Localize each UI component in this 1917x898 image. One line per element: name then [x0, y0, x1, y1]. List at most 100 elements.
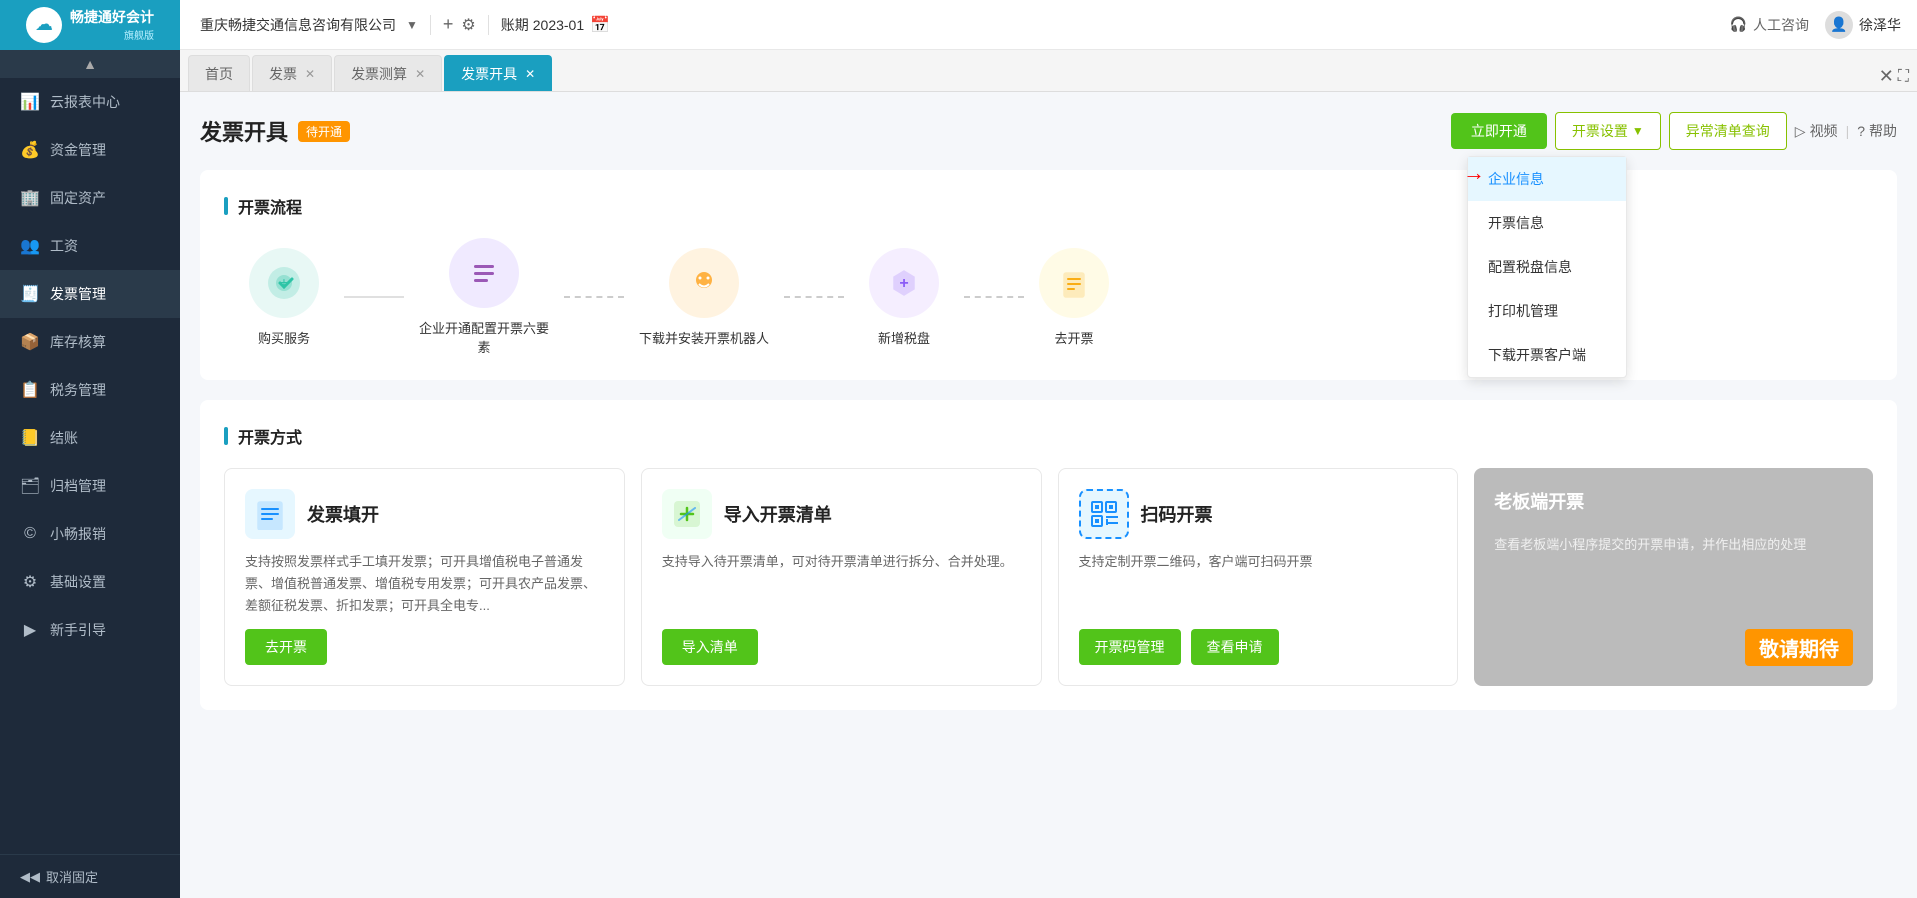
maximize-window-btn[interactable]: ⛶ [1898, 68, 1909, 86]
page-title: 发票开具 [200, 115, 288, 147]
flow-step-download-label: 下载并安装开票机器人 [639, 328, 769, 347]
sidebar-label-yunbao: 云报表中心 [50, 92, 120, 112]
logo-icon: ☁ [26, 7, 62, 43]
sidebar-scroll-up[interactable]: ▲ [0, 50, 180, 78]
flow-step-invoice-label: 去开票 [1054, 328, 1093, 347]
method-import-btn[interactable]: 导入清单 [662, 629, 758, 665]
method-scan-btn2[interactable]: 查看申请 [1191, 629, 1279, 665]
avatar: 👤 [1825, 11, 1853, 39]
sidebar-item-jiezhang[interactable]: 📒 结账 [0, 414, 180, 462]
chevron-down-icon[interactable]: ▼ [406, 18, 418, 32]
tab-fapiaocesuan-close[interactable]: ✕ [415, 67, 425, 81]
sidebar-item-jichushezhi[interactable]: ⚙ 基础设置 [0, 558, 180, 606]
dropdown-peizhi-label: 配置税盘信息 [1488, 259, 1572, 275]
sidebar-item-yunbao[interactable]: 📊 云报表中心 [0, 78, 180, 126]
dropdown-dayinji-label: 打印机管理 [1488, 303, 1558, 319]
flow-step-config-label: 企业开通配置开票六要素 [414, 318, 554, 356]
method-import-header: 导入开票清单 [662, 489, 1021, 539]
tab-fapiao-close[interactable]: ✕ [305, 67, 315, 81]
cancel-label: 取消固定 [46, 867, 98, 886]
content-area: 首页 发票 ✕ 发票测算 ✕ 发票开具 ✕ ✕ ⛶ [180, 50, 1917, 898]
method-scan-title: 扫码开票 [1141, 501, 1213, 527]
sidebar-item-gongzi[interactable]: 👥 工资 [0, 222, 180, 270]
video-btn[interactable]: ▷ 视频 [1795, 121, 1838, 141]
help-label: 帮助 [1869, 121, 1897, 141]
sidebar-item-xinshouyindao[interactable]: ▶ 新手引导 [0, 606, 180, 654]
tab-home[interactable]: 首页 [188, 55, 250, 91]
method-boss-desc: 查看老板端小程序提交的开票申请，并作出相应的处理 [1494, 534, 1853, 617]
methods-title-text: 开票方式 [238, 424, 302, 448]
flow-title-text: 开票流程 [238, 194, 302, 218]
dropdown-download-label: 下载开票客户端 [1488, 347, 1586, 363]
add-button[interactable]: + [443, 14, 454, 35]
dropdown-item-download[interactable]: 下载开票客户端 [1468, 333, 1626, 377]
method-card-fill: 发票填开 支持按照发票样式手工填开发票；可开具增值税电子普通发票、增值税普通发票… [224, 468, 625, 686]
fapiao-icon: 🧾 [20, 284, 40, 304]
activate-btn[interactable]: 立即开通 [1451, 113, 1547, 149]
method-scan-icon [1079, 489, 1129, 539]
divider1 [430, 15, 431, 35]
help-icon: ? [1857, 123, 1865, 139]
service-btn[interactable]: 🎧 人工咨询 [1730, 15, 1809, 35]
sidebar-label-zijin: 资金管理 [50, 140, 106, 160]
flow-step-invoice: 去开票 [1024, 248, 1124, 347]
dropdown-kaipiao-label: 开票信息 [1488, 215, 1544, 231]
method-scan-btns: 开票码管理 查看申请 [1079, 629, 1438, 665]
method-fill-btn[interactable]: 去开票 [245, 629, 327, 665]
sidebar-label-xinshouyindao: 新手引导 [50, 620, 106, 640]
jiezhang-icon: 📒 [20, 428, 40, 448]
settings-btn[interactable]: 开票设置 ▼ [1555, 112, 1661, 150]
sidebar-item-shuiwu[interactable]: 📋 税务管理 [0, 366, 180, 414]
method-card-scan: 扫码开票 支持定制开票二维码，客户端可扫码开票 开票码管理 查看申请 [1058, 468, 1459, 686]
kucun-icon: 📦 [20, 332, 40, 352]
settings-icon-btn[interactable]: ⚙ [461, 15, 475, 35]
sidebar-item-xiaochang[interactable]: © 小畅报销 [0, 510, 180, 558]
dropdown-item-dayinji[interactable]: 打印机管理 [1468, 289, 1626, 333]
service-label: 人工咨询 [1753, 15, 1809, 35]
method-import-title: 导入开票清单 [724, 501, 832, 527]
video-label: 视频 [1810, 121, 1838, 141]
flow-step-invoice-icon [1039, 248, 1109, 318]
tab-fapiaokaiyu[interactable]: 发票开具 ✕ [444, 55, 552, 91]
divider2 [488, 15, 489, 35]
period-value: 2023-01 [533, 17, 584, 33]
help-btn[interactable]: ? 帮助 [1857, 121, 1897, 141]
method-fill-title: 发票填开 [307, 501, 379, 527]
sidebar-label-jichushezhi: 基础设置 [50, 572, 106, 592]
sidebar-item-zijin[interactable]: 💰 资金管理 [0, 126, 180, 174]
flow-step-download: 下载并安装开票机器人 [624, 248, 784, 347]
method-scan-btn1[interactable]: 开票码管理 [1079, 629, 1181, 665]
method-fill-header: 发票填开 [245, 489, 604, 539]
sidebar-item-kucun[interactable]: 📦 库存核算 [0, 318, 180, 366]
xiaochang-icon: © [20, 525, 40, 543]
dropdown-item-kaipiao[interactable]: 开票信息 [1468, 201, 1626, 245]
close-window-btn[interactable]: ✕ [1879, 66, 1894, 87]
sidebar-cancel-fixed[interactable]: ◀◀ 取消固定 [0, 854, 180, 898]
company-selector[interactable]: 重庆畅捷交通信息咨询有限公司 ▼ [180, 15, 418, 35]
window-controls: ✕ ⛶ [1879, 66, 1917, 91]
page-actions: 立即开通 开票设置 ▼ 异常清单查询 ▷ 视频 | ? 帮助 [1451, 112, 1897, 150]
tab-fapiaokaiyu-close[interactable]: ✕ [525, 67, 535, 81]
tab-fapiaocesuan[interactable]: 发票测算 ✕ [334, 55, 442, 91]
settings-btn-label: 开票设置 [1572, 121, 1628, 141]
method-scan-header: 扫码开票 [1079, 489, 1438, 539]
dropdown-item-peizhi[interactable]: 配置税盘信息 [1468, 245, 1626, 289]
methods-title: 开票方式 [224, 424, 1873, 448]
sidebar-label-gudingzichan: 固定资产 [50, 188, 106, 208]
sidebar-item-fapiao[interactable]: 🧾 发票管理 [0, 270, 180, 318]
calendar-icon[interactable]: 📅 [590, 15, 610, 35]
flow-step-buy-icon: + [249, 248, 319, 318]
flow-connector-2 [564, 296, 624, 298]
flow-title-bar [224, 197, 228, 215]
main-layout: ▲ 📊 云报表中心 💰 资金管理 🏢 固定资产 👥 工资 🧾 发票管理 📦 库存… [0, 50, 1917, 898]
sidebar-item-guidang[interactable]: 🗂 归档管理 [0, 462, 180, 510]
sidebar-item-gudingzichan[interactable]: 🏢 固定资产 [0, 174, 180, 222]
user-info[interactable]: 👤 徐泽华 [1825, 11, 1901, 39]
shuiwu-icon: 📋 [20, 380, 40, 400]
dropdown-item-qiye[interactable]: 企业信息 [1468, 157, 1626, 201]
method-import-desc: 支持导入待开票清单，可对待开票清单进行拆分、合并处理。 [662, 551, 1021, 617]
tab-fapiao[interactable]: 发票 ✕ [252, 55, 332, 91]
flow-step-addtax-icon: + [869, 248, 939, 318]
exception-btn[interactable]: 异常清单查询 [1669, 112, 1787, 150]
gongzi-icon: 👥 [20, 236, 40, 256]
